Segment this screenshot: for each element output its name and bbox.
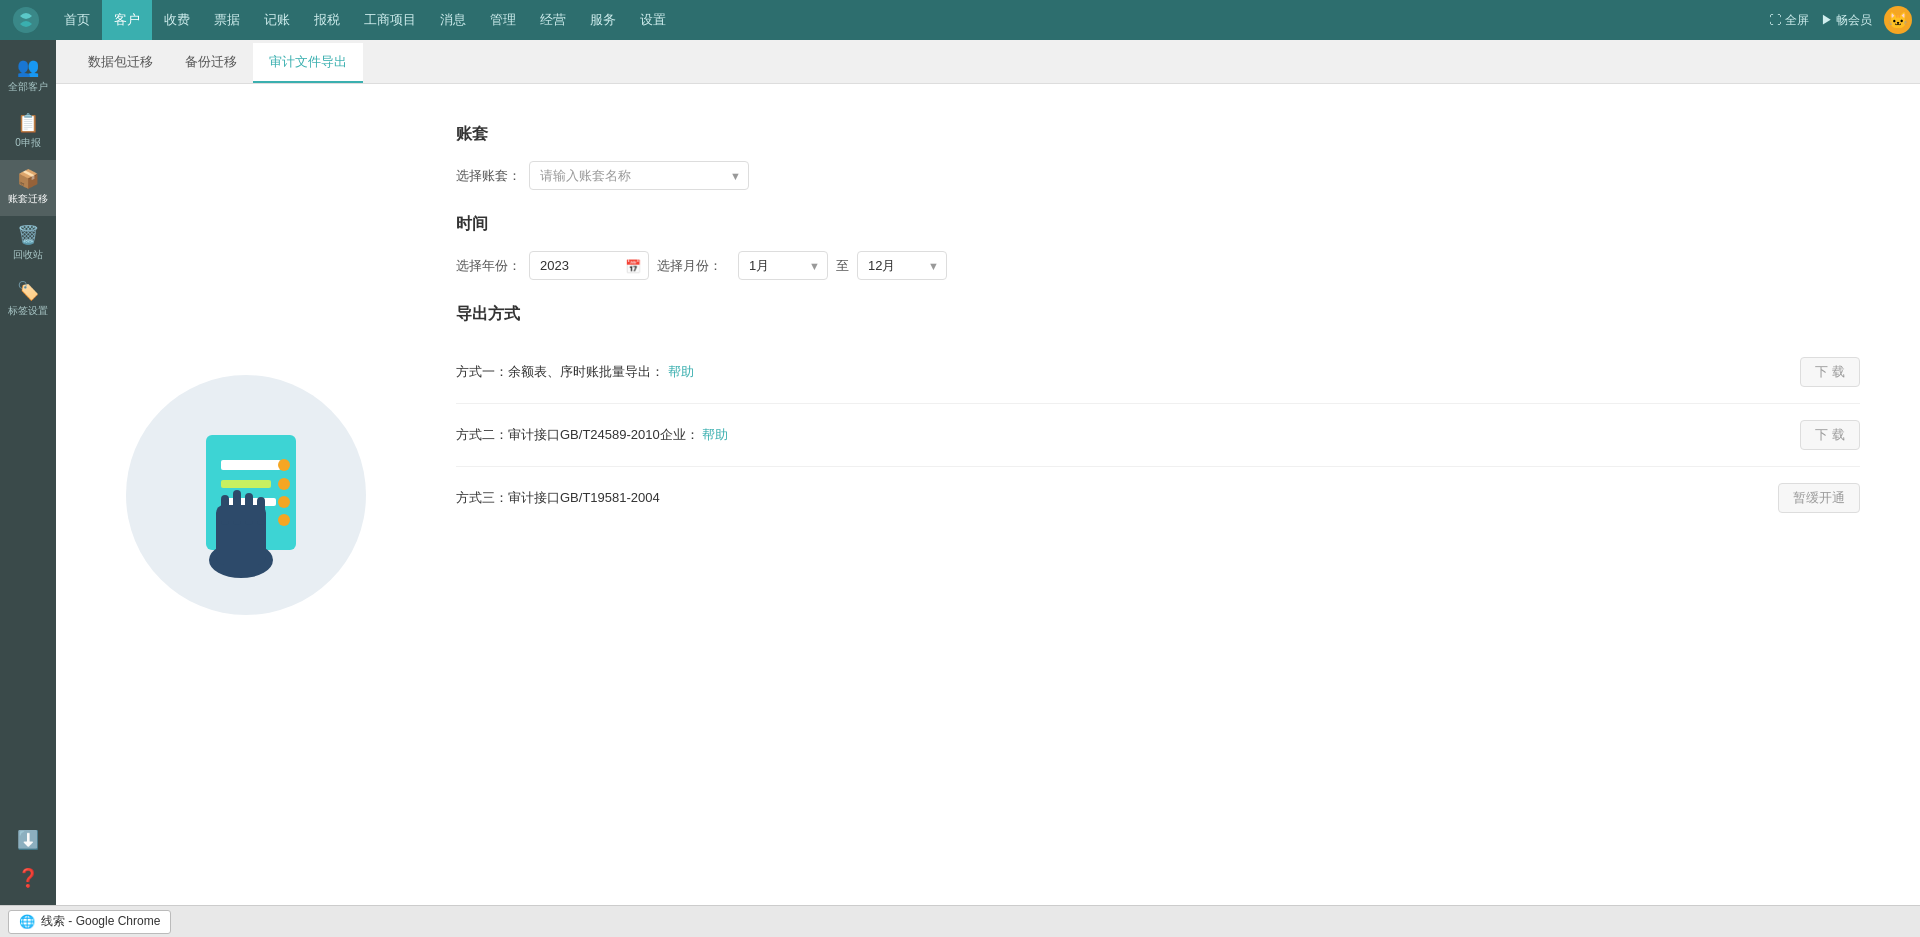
form-area: 账套 选择账套： 请输入账套名称 ▼ 时间 选择年份： (436, 84, 1920, 905)
svg-rect-13 (233, 490, 241, 525)
top-nav: 首页 客户 收费 票据 记账 报税 工商项目 消息 管理 经营 服务 设置 ⛶ … (0, 0, 1920, 40)
time-section-title: 时间 (456, 214, 1860, 235)
taskbar-chrome-item[interactable]: 🌐 线索 - Google Chrome (8, 910, 171, 934)
account-section-title: 账套 (456, 124, 1860, 145)
sidebar-label-recycle: 回收站 (13, 248, 43, 262)
nav-invoice[interactable]: 票据 (202, 0, 252, 40)
nav-tax[interactable]: 报税 (302, 0, 352, 40)
account-select[interactable]: 请输入账套名称 (529, 161, 749, 190)
chrome-icon: 🌐 (19, 914, 35, 929)
method-1-help-link[interactable]: 帮助 (668, 364, 694, 379)
app-logo (8, 2, 44, 38)
sidebar-label-all-clients: 全部客户 (8, 80, 48, 94)
account-migration-icon: 📦 (17, 170, 39, 188)
tabs-bar: 数据包迁移 备份迁移 审计文件导出 (56, 40, 1920, 84)
nav-settings[interactable]: 设置 (628, 0, 678, 40)
account-select-label: 选择账套： (456, 167, 521, 185)
account-select-row: 选择账套： 请输入账套名称 ▼ (456, 161, 1860, 190)
export-section-title: 导出方式 (456, 304, 1860, 325)
illustration-circle (126, 375, 366, 615)
nav-business[interactable]: 工商项目 (352, 0, 428, 40)
start-month-wrapper: 1月2月3月 4月5月6月 7月8月9月 10月11月12月 ▼ (738, 251, 828, 280)
sidebar-bottom: ⬇️ ❓ (0, 821, 56, 905)
illustration-svg (166, 405, 326, 585)
tag-settings-icon: 🏷️ (17, 282, 39, 300)
sidebar-item-download[interactable]: ⬇️ (0, 821, 56, 859)
year-input-wrapper: 📅 (529, 251, 649, 280)
svg-rect-15 (257, 497, 265, 525)
svg-rect-14 (245, 493, 253, 525)
sidebar-label-tag-settings: 标签设置 (8, 304, 48, 318)
end-month-wrapper: 1月2月3月 4月5月6月 7月8月9月 10月11月12月 ▼ (857, 251, 947, 280)
taskbar-chrome-label: 线索 - Google Chrome (41, 913, 160, 930)
svg-point-0 (13, 7, 39, 33)
account-select-wrapper: 请输入账套名称 ▼ (529, 161, 749, 190)
svg-point-9 (278, 514, 290, 526)
top-nav-right: ⛶ 全屏 ▶ 畅会员 🐱 (1769, 6, 1912, 34)
month-label: 选择月份： (657, 257, 722, 275)
svg-rect-2 (221, 460, 281, 470)
nav-service[interactable]: 服务 (578, 0, 628, 40)
export-method-2: 方式二：审计接口GB/T24589-2010企业： 帮助 下 载 (456, 404, 1860, 467)
sidebar-label-account-migration: 账套迁移 (8, 192, 48, 206)
method-1-text: 方式一：余额表、序时账批量导出： 帮助 (456, 363, 1784, 381)
sidebar-item-recycle[interactable]: 🗑️ 回收站 (0, 216, 56, 272)
sidebar-item-tag-settings[interactable]: 🏷️ 标签设置 (0, 272, 56, 328)
svg-point-8 (278, 496, 290, 508)
sidebar-item-help[interactable]: ❓ (0, 859, 56, 897)
tab-data-migration[interactable]: 数据包迁移 (72, 43, 169, 83)
sidebar-item-all-clients[interactable]: 👥 全部客户 (0, 48, 56, 104)
method-3-special-btn[interactable]: 暂缓开通 (1778, 483, 1860, 513)
nav-operations[interactable]: 经营 (528, 0, 578, 40)
end-month-select[interactable]: 1月2月3月 4月5月6月 7月8月9月 10月11月12月 (857, 251, 947, 280)
sidebar-item-account-migration[interactable]: 📦 账套迁移 (0, 160, 56, 216)
tab-audit-export[interactable]: 审计文件导出 (253, 43, 363, 83)
export-method-3: 方式三：审计接口GB/T19581-2004 暂缓开通 (456, 467, 1860, 529)
nav-bookkeeping[interactable]: 记账 (252, 0, 302, 40)
recycle-icon: 🗑️ (17, 226, 39, 244)
year-label: 选择年份： (456, 257, 521, 275)
time-row: 选择年份： 📅 选择月份： 1月2月3月 4月5月6月 7月8月9月 (456, 251, 1860, 280)
nav-billing[interactable]: 收费 (152, 0, 202, 40)
export-method-1: 方式一：余额表、序时账批量导出： 帮助 下 载 (456, 341, 1860, 404)
taskbar: 🌐 线索 - Google Chrome (0, 905, 1920, 937)
nav-items: 首页 客户 收费 票据 记账 报税 工商项目 消息 管理 经营 服务 设置 (52, 0, 1769, 40)
svg-rect-12 (221, 495, 229, 525)
svg-point-6 (278, 459, 290, 471)
time-to-label: 至 (836, 257, 849, 275)
member-btn[interactable]: ▶ 畅会员 (1821, 12, 1872, 29)
content-area: 数据包迁移 备份迁移 审计文件导出 (56, 40, 1920, 905)
nav-home[interactable]: 首页 (52, 0, 102, 40)
main-layout: 👥 全部客户 📋 0申报 📦 账套迁移 🗑️ 回收站 🏷️ 标签设置 ⬇️ ❓ (0, 40, 1920, 905)
download-icon: ⬇️ (17, 831, 39, 849)
tab-backup-migration[interactable]: 备份迁移 (169, 43, 253, 83)
method-3-text: 方式三：审计接口GB/T19581-2004 (456, 489, 1762, 507)
nav-management[interactable]: 管理 (478, 0, 528, 40)
avatar[interactable]: 🐱 (1884, 6, 1912, 34)
sidebar-label-declaration: 0申报 (15, 136, 41, 150)
declaration-icon: 📋 (17, 114, 39, 132)
fullscreen-btn[interactable]: ⛶ 全屏 (1769, 12, 1808, 29)
nav-message[interactable]: 消息 (428, 0, 478, 40)
help-icon: ❓ (17, 869, 39, 887)
sidebar-item-declaration[interactable]: 📋 0申报 (0, 104, 56, 160)
method-2-text: 方式二：审计接口GB/T24589-2010企业： 帮助 (456, 426, 1784, 444)
year-input[interactable] (529, 251, 649, 280)
time-inputs: 📅 选择月份： 1月2月3月 4月5月6月 7月8月9月 10月11月12月 ▼ (529, 251, 947, 280)
start-month-select[interactable]: 1月2月3月 4月5月6月 7月8月9月 10月11月12月 (738, 251, 828, 280)
method-2-download-btn[interactable]: 下 载 (1800, 420, 1860, 450)
nav-client[interactable]: 客户 (102, 0, 152, 40)
svg-point-7 (278, 478, 290, 490)
all-clients-icon: 👥 (17, 58, 39, 76)
svg-rect-3 (221, 480, 271, 488)
method-2-help-link[interactable]: 帮助 (702, 427, 728, 442)
sidebar: 👥 全部客户 📋 0申报 📦 账套迁移 🗑️ 回收站 🏷️ 标签设置 ⬇️ ❓ (0, 40, 56, 905)
page-content: 账套 选择账套： 请输入账套名称 ▼ 时间 选择年份： (56, 84, 1920, 905)
method-1-download-btn[interactable]: 下 载 (1800, 357, 1860, 387)
illustration-area (56, 84, 436, 905)
